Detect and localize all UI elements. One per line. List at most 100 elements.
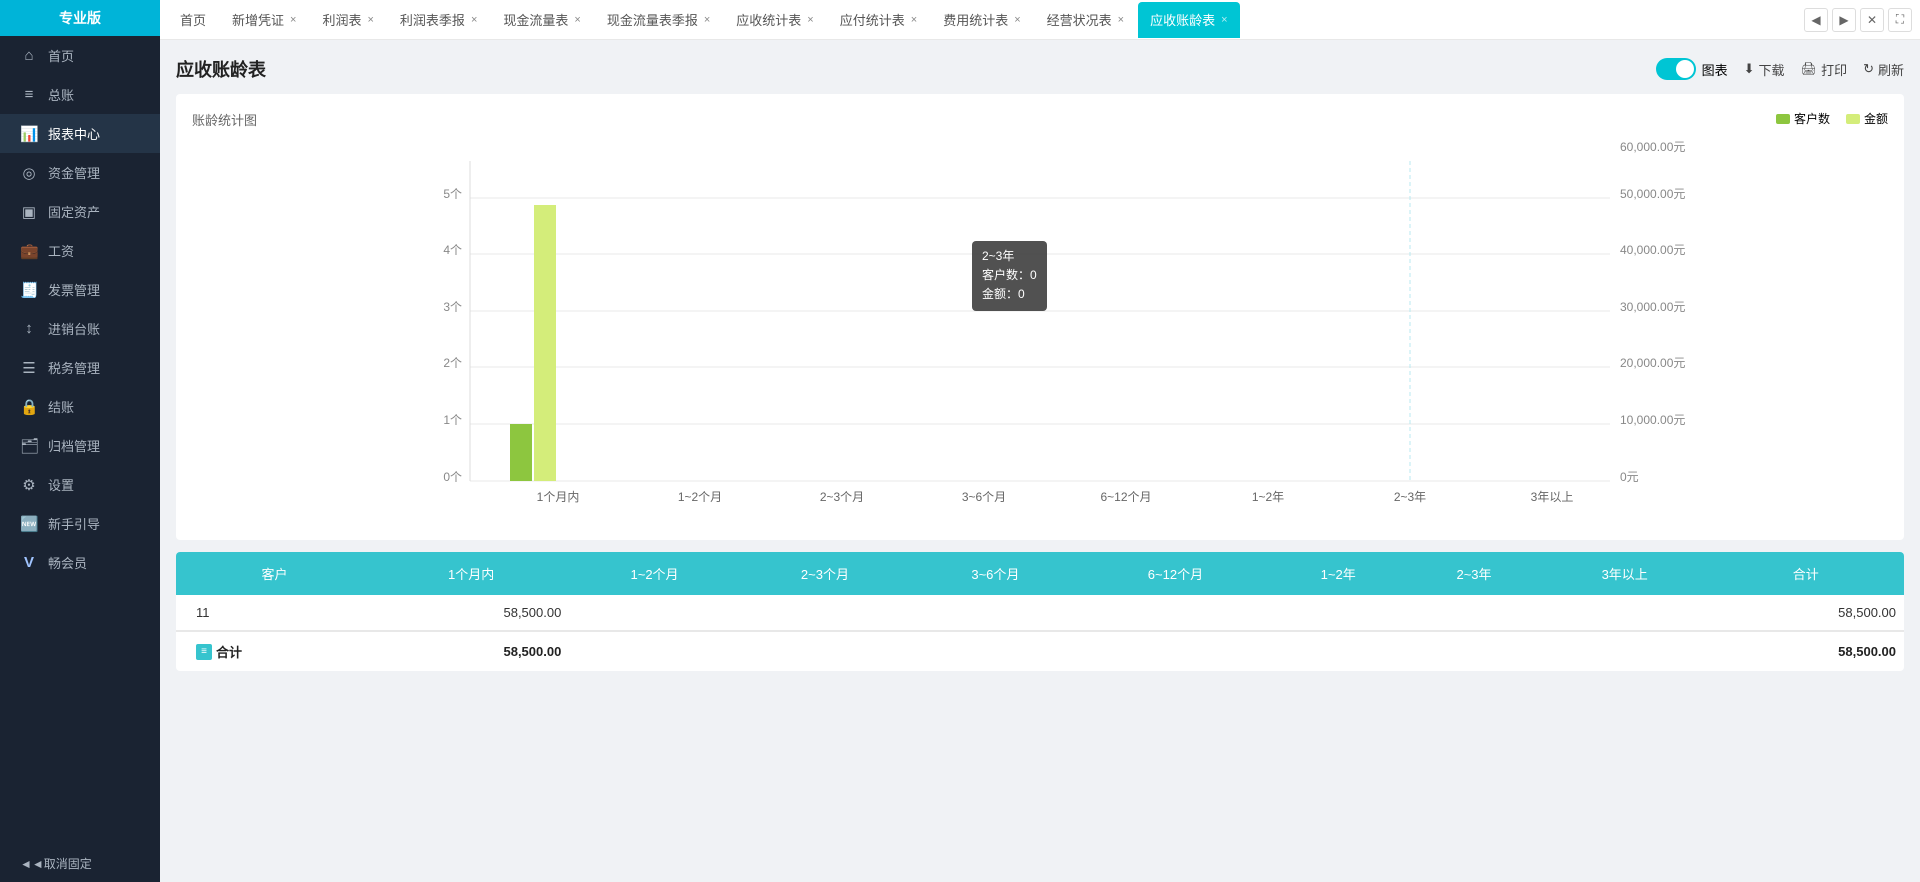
- member-icon: V: [20, 554, 38, 571]
- page-actions: 图表 ⬇ 下载 🖨 打印 ↻ 刷新: [1656, 58, 1904, 80]
- refresh-label: 刷新: [1878, 60, 1904, 79]
- table-header-row: 客户 1个月内 1~2个月 2~3个月 3~6个月 6~12个月 1~2年 2~…: [176, 552, 1904, 595]
- col-year23: 2~3年: [1406, 552, 1542, 595]
- tab-voucher[interactable]: 新增凭证 ×: [220, 2, 308, 38]
- tab-home-label: 首页: [180, 10, 206, 29]
- tab-close-all-button[interactable]: ✕: [1860, 8, 1884, 32]
- reports-icon: 📊: [20, 125, 38, 143]
- sidebar-item-home[interactable]: ⌂ 首页: [0, 36, 160, 75]
- col-month1: 1个月内: [373, 552, 569, 595]
- tab-profit-close[interactable]: ×: [367, 14, 373, 26]
- sidebar-item-settings[interactable]: ⚙ 设置: [0, 465, 160, 504]
- tab-payable-stat-close[interactable]: ×: [911, 14, 917, 26]
- tab-maximize-button[interactable]: ⛶: [1888, 8, 1912, 32]
- download-button[interactable]: ⬇ 下载: [1744, 60, 1785, 79]
- download-label: 下载: [1759, 60, 1785, 79]
- tab-operation[interactable]: 经营状况表 ×: [1035, 2, 1136, 38]
- tab-cashflow-quarterly[interactable]: 现金流量表季报 ×: [595, 2, 722, 38]
- svg-text:20,000.00元: 20,000.00元: [1620, 356, 1685, 370]
- chart-legend: 客户数 金额: [1776, 110, 1888, 127]
- sidebar-item-member-label: 畅会员: [48, 553, 87, 572]
- sidebar-item-settings-label: 设置: [48, 475, 74, 494]
- sidebar-item-closing[interactable]: 🔒 结账: [0, 387, 160, 426]
- footer-month612: [1081, 631, 1271, 671]
- svg-text:5个: 5个: [443, 187, 462, 201]
- svg-text:4个: 4个: [443, 243, 462, 257]
- sidebar-item-salary[interactable]: 💼 工资: [0, 231, 160, 270]
- sidebar-item-reports[interactable]: 📊 报表中心: [0, 114, 160, 153]
- legend-customer-label: 客户数: [1794, 110, 1830, 127]
- tab-profit-quarterly[interactable]: 利润表季报 ×: [388, 2, 489, 38]
- tab-expense-stat-close[interactable]: ×: [1014, 14, 1020, 26]
- capital-icon: ◎: [20, 164, 38, 182]
- svg-text:3个: 3个: [443, 300, 462, 314]
- svg-text:60,000.00元: 60,000.00元: [1620, 141, 1685, 154]
- footer-label-text: 合计: [216, 642, 242, 661]
- tab-profit[interactable]: 利润表 ×: [310, 2, 385, 38]
- chart-toggle-label: 图表: [1702, 60, 1728, 79]
- invoice-icon: 🧾: [20, 281, 38, 299]
- sidebar-item-tax[interactable]: ☰ 税务管理: [0, 348, 160, 387]
- cell-month612: [1081, 595, 1271, 631]
- footer-year23: [1406, 631, 1542, 671]
- tab-receivable-stat[interactable]: 应收统计表 ×: [724, 2, 825, 38]
- sidebar-item-closing-label: 结账: [48, 397, 74, 416]
- print-icon: 🖨: [1801, 61, 1818, 77]
- sidebar-item-guide[interactable]: 🆕 新手引导: [0, 504, 160, 543]
- sidebar-item-assets[interactable]: ▣ 固定资产: [0, 192, 160, 231]
- tab-expense-stat-label: 费用统计表: [943, 10, 1008, 29]
- col-customer: 客户: [176, 552, 373, 595]
- svg-text:1~2年: 1~2年: [1252, 490, 1284, 504]
- tab-operation-close[interactable]: ×: [1118, 14, 1124, 26]
- tab-profit-quarterly-label: 利润表季报: [400, 10, 465, 29]
- table-footer-row: ≡ 合计 58,500.00 58,500.00: [176, 631, 1904, 671]
- tab-prev-button[interactable]: ◀: [1804, 8, 1828, 32]
- tab-payable-stat-label: 应付统计表: [840, 10, 905, 29]
- tab-receivable-stat-label: 应收统计表: [736, 10, 801, 29]
- sidebar-item-inventory[interactable]: ↕ 进销台账: [0, 309, 160, 348]
- refresh-button[interactable]: ↻ 刷新: [1863, 60, 1904, 79]
- svg-text:6~12个月: 6~12个月: [1100, 490, 1151, 504]
- col-month36: 3~6个月: [910, 552, 1080, 595]
- sidebar-item-capital[interactable]: ◎ 资金管理: [0, 153, 160, 192]
- cell-month23: [740, 595, 910, 631]
- tab-aging[interactable]: 应收账龄表 ×: [1138, 2, 1239, 38]
- tab-home[interactable]: 首页: [168, 2, 218, 38]
- col-year12: 1~2年: [1270, 552, 1406, 595]
- tab-profit-quarterly-close[interactable]: ×: [471, 14, 477, 26]
- guide-icon: 🆕: [20, 515, 38, 533]
- archive-icon: 🗂: [20, 437, 38, 455]
- svg-text:0个: 0个: [443, 470, 462, 484]
- svg-text:10,000.00元: 10,000.00元: [1620, 413, 1685, 427]
- page-header: 应收账龄表 图表 ⬇ 下载 🖨 打印 ↻ 刷新: [176, 56, 1904, 82]
- table-row: 11 58,500.00 58,500.00: [176, 595, 1904, 631]
- tab-voucher-close[interactable]: ×: [290, 14, 296, 26]
- col-month12: 1~2个月: [569, 552, 739, 595]
- sidebar-item-invoice[interactable]: 🧾 发票管理: [0, 270, 160, 309]
- pin-toggle[interactable]: ◄◄取消固定: [0, 845, 160, 882]
- tab-expense-stat[interactable]: 费用统计表 ×: [931, 2, 1032, 38]
- tab-voucher-label: 新增凭证: [232, 10, 284, 29]
- legend-amount-color: [1846, 114, 1860, 124]
- tab-cashflow-label: 现金流量表: [503, 10, 568, 29]
- tab-payable-stat[interactable]: 应付统计表 ×: [828, 2, 929, 38]
- tab-next-button[interactable]: ▶: [1832, 8, 1856, 32]
- sidebar-item-member[interactable]: V 畅会员: [0, 543, 160, 582]
- tab-receivable-stat-close[interactable]: ×: [807, 14, 813, 26]
- sidebar-item-ledger[interactable]: ≡ 总账: [0, 75, 160, 114]
- chart-toggle-wrap: 图表: [1656, 58, 1728, 80]
- sidebar-item-assets-label: 固定资产: [48, 202, 100, 221]
- tab-aging-close[interactable]: ×: [1221, 14, 1227, 26]
- legend-amount-label: 金额: [1864, 110, 1888, 127]
- col-year3plus: 3年以上: [1542, 552, 1708, 595]
- print-button[interactable]: 🖨 打印: [1801, 60, 1848, 79]
- sidebar: 专业版 ⌂ 首页 ≡ 总账 📊 报表中心 ◎ 资金管理 ▣ 固定资产 💼 工资 …: [0, 0, 160, 882]
- legend-customer-color: [1776, 114, 1790, 124]
- home-icon: ⌂: [20, 47, 38, 64]
- chart-toggle[interactable]: [1656, 58, 1696, 80]
- svg-text:1个: 1个: [443, 413, 462, 427]
- tab-cashflow[interactable]: 现金流量表 ×: [491, 2, 592, 38]
- tab-cashflow-quarterly-close[interactable]: ×: [704, 14, 710, 26]
- tab-cashflow-close[interactable]: ×: [574, 14, 580, 26]
- sidebar-item-archive[interactable]: 🗂 归档管理: [0, 426, 160, 465]
